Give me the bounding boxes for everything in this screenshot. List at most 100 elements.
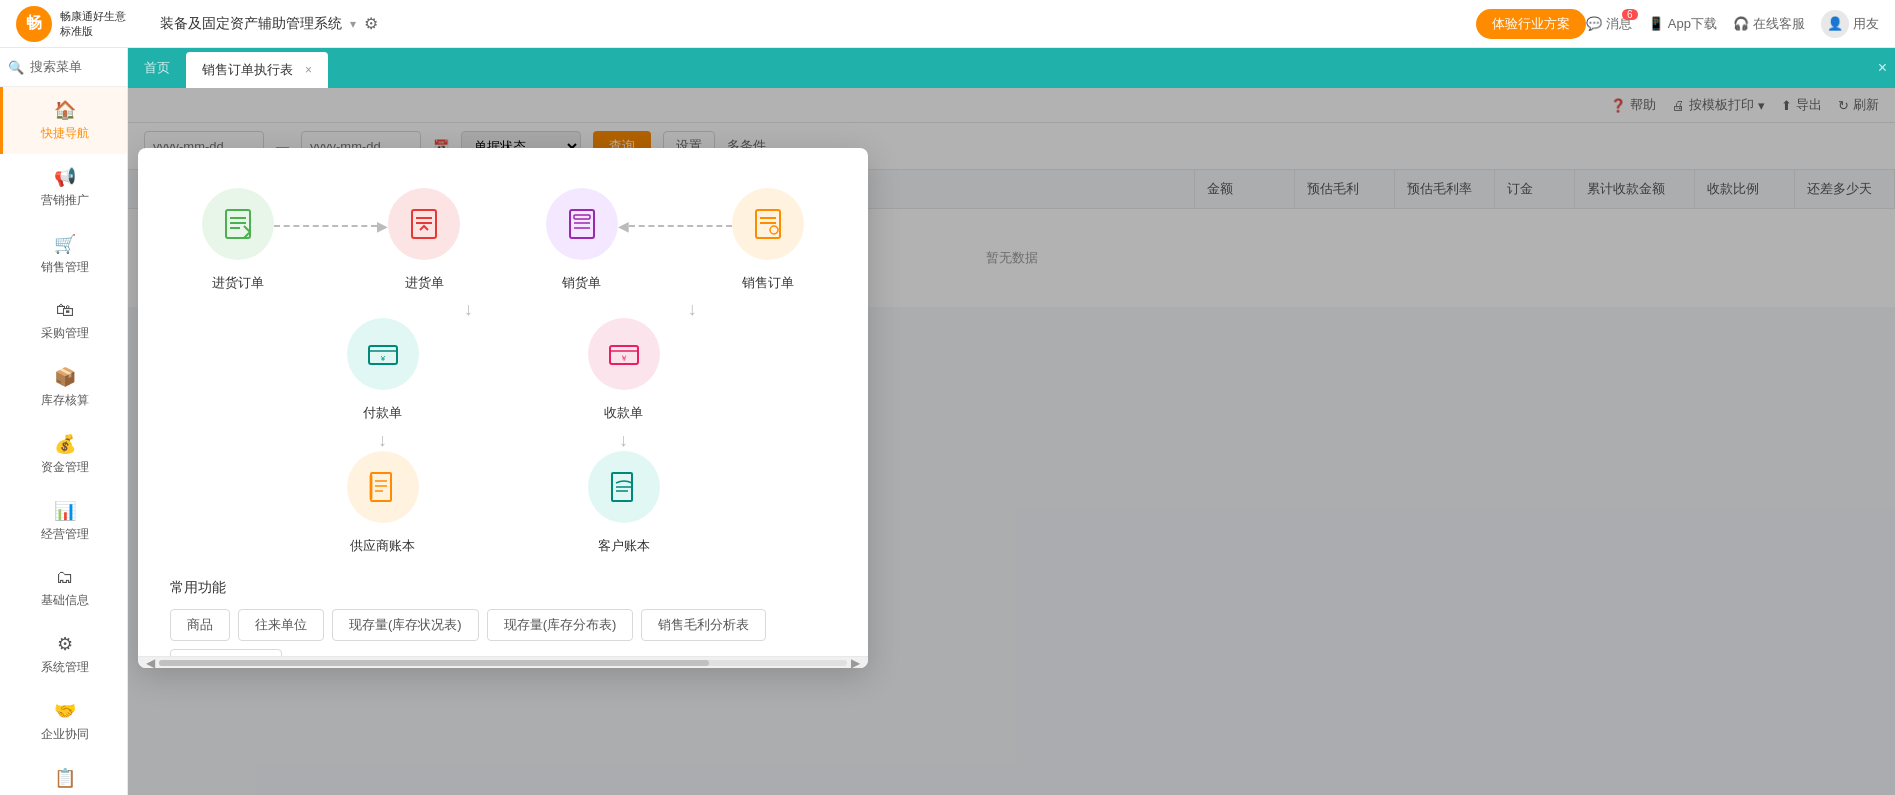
sidebar-item-purchase[interactable]: 🛍 采购管理 bbox=[0, 288, 127, 354]
workflow-container: 进货订单 ▶ bbox=[170, 172, 836, 555]
func-btn-stock-dist[interactable]: 现存量(库存分布表) bbox=[487, 609, 634, 641]
func-buttons-row1: 商品 往来单位 现存量(库存状况表) 现存量(库存分布表) 销售毛利分析表 商品… bbox=[170, 609, 836, 656]
scroll-left-icon[interactable]: ◀ bbox=[142, 656, 159, 669]
download-icon: 📱 bbox=[1648, 16, 1664, 31]
sales-bill-item[interactable]: 销货单 bbox=[546, 188, 618, 292]
svg-text:¥: ¥ bbox=[379, 354, 385, 363]
sales-order-icon bbox=[750, 206, 786, 242]
payment-bill-item[interactable]: ¥ 付款单 bbox=[347, 318, 419, 422]
func-btn-goods[interactable]: 商品 bbox=[170, 609, 230, 641]
sales-order-circle bbox=[732, 188, 804, 260]
basic-icon: 🗂 bbox=[56, 567, 74, 588]
tab-home[interactable]: 首页 bbox=[128, 48, 186, 88]
scrollbar-thumb[interactable] bbox=[159, 660, 709, 666]
sidebar-item-newbie[interactable]: 📋 新手引导 bbox=[0, 755, 127, 795]
search-icon: 🔍 bbox=[8, 60, 24, 75]
sidebar-item-sales[interactable]: 🛒 销售管理 bbox=[0, 221, 127, 288]
app-container: 畅 畅康通好生意 标准版 装备及固定资产辅助管理系统 ▾ ⚙ 体验行业方案 💬 … bbox=[0, 0, 1895, 795]
supplier-ledger-item[interactable]: 供应商账本 bbox=[347, 451, 419, 555]
scrollbar-track[interactable] bbox=[159, 660, 847, 666]
sidebar-item-marketing[interactable]: 📢 营销推广 bbox=[0, 154, 127, 221]
close-all-tabs[interactable]: × bbox=[1878, 59, 1887, 77]
common-functions: 常用功能 商品 往来单位 现存量(库存状况表) 现存量(库存分布表) 销售毛利分… bbox=[170, 571, 836, 656]
newbie-icon: 📋 bbox=[54, 767, 76, 789]
content-area: 首页 销售订单执行表 × × ❓ 帮助 bbox=[128, 48, 1895, 795]
scroll-right-icon[interactable]: ▶ bbox=[847, 656, 864, 669]
customer-ledger-icon bbox=[606, 469, 642, 505]
modal-body: 进货订单 ▶ bbox=[138, 148, 868, 656]
payment-bill-circle: ¥ bbox=[347, 318, 419, 390]
workflow-arrows-down: ↓ ↓ bbox=[202, 300, 804, 318]
app-download-button[interactable]: 📱 App下载 bbox=[1648, 15, 1717, 33]
sidebar-item-inventory[interactable]: 📦 库存核算 bbox=[0, 354, 127, 421]
svg-rect-7 bbox=[570, 210, 594, 238]
tab-sales-order-execution[interactable]: 销售订单执行表 × bbox=[186, 52, 328, 88]
workflow-row1: 进货订单 ▶ bbox=[202, 188, 804, 292]
modal-scrollbar[interactable]: ◀ ▶ bbox=[138, 656, 868, 668]
sidebar-item-operations[interactable]: 📊 经营管理 bbox=[0, 488, 127, 555]
service-icon: 🎧 bbox=[1733, 16, 1749, 31]
operations-icon: 📊 bbox=[54, 500, 76, 522]
common-title: 常用功能 bbox=[170, 579, 836, 597]
message-badge: 6 bbox=[1622, 9, 1638, 20]
dropdown-icon[interactable]: ▾ bbox=[350, 17, 356, 31]
sidebar-item-basic[interactable]: 🗂 基础信息 bbox=[0, 555, 127, 621]
receipt-bill-item[interactable]: ￥ 收款单 bbox=[588, 318, 660, 422]
tab-close-icon[interactable]: × bbox=[305, 63, 312, 77]
main-area: 🔍 搜索菜单 🏠 快捷导航 📢 营销推广 🛒 销售管理 🛍 采购管理 📦 bbox=[0, 48, 1895, 795]
sales-order-item[interactable]: 销售订单 bbox=[732, 188, 804, 292]
svg-point-14 bbox=[770, 226, 778, 234]
svg-text:￥: ￥ bbox=[620, 354, 628, 363]
logo-area: 畅 畅康通好生意 标准版 bbox=[16, 6, 144, 42]
logo-icon: 畅 bbox=[16, 6, 52, 42]
message-icon: 💬 bbox=[1586, 16, 1602, 31]
purchase-order-icon bbox=[220, 206, 256, 242]
message-button[interactable]: 💬 消息 6 bbox=[1586, 15, 1632, 33]
purchase-bill-circle bbox=[388, 188, 460, 260]
sidebar: 🔍 搜索菜单 🏠 快捷导航 📢 营销推广 🛒 销售管理 🛍 采购管理 📦 bbox=[0, 48, 128, 795]
down-arrow-sb: ↓ bbox=[656, 300, 728, 318]
arrow-so-to-sb: ◀ bbox=[618, 218, 732, 234]
top-bar: 畅 畅康通好生意 标准版 装备及固定资产辅助管理系统 ▾ ⚙ 体验行业方案 💬 … bbox=[0, 0, 1895, 48]
svg-rect-22 bbox=[369, 475, 373, 499]
online-service-button[interactable]: 🎧 在线客服 bbox=[1733, 15, 1805, 33]
receipt-bill-circle: ￥ bbox=[588, 318, 660, 390]
sales-bill-icon bbox=[564, 206, 600, 242]
inventory-icon: 📦 bbox=[54, 366, 76, 388]
down-arrow-pay: ↓ bbox=[347, 430, 419, 451]
workflow-row3: ¥ 付款单 bbox=[202, 318, 804, 422]
func-btn-goods-profit[interactable]: 商品毛利分析 bbox=[170, 649, 282, 656]
system-name: 装备及固定资产辅助管理系统 bbox=[160, 15, 342, 33]
user-menu[interactable]: 👤 用友 bbox=[1821, 10, 1879, 38]
down-arrow-pb: ↓ bbox=[432, 300, 504, 318]
trial-button[interactable]: 体验行业方案 bbox=[1476, 9, 1586, 39]
payment-bill-icon: ¥ bbox=[365, 336, 401, 372]
func-btn-partners[interactable]: 往来单位 bbox=[238, 609, 324, 641]
arrow-po-to-pb: ▶ bbox=[274, 218, 388, 234]
tabs-bar: 首页 销售订单执行表 × × bbox=[128, 48, 1895, 88]
supplier-ledger-circle bbox=[347, 451, 419, 523]
finance-icon: 💰 bbox=[54, 433, 76, 455]
sidebar-item-collab[interactable]: 🤝 企业协同 bbox=[0, 688, 127, 755]
settings-icon[interactable]: ⚙ bbox=[364, 14, 378, 33]
sidebar-item-system[interactable]: ⚙ 系统管理 bbox=[0, 621, 127, 688]
marketing-icon: 📢 bbox=[54, 166, 76, 188]
purchase-icon: 🛍 bbox=[56, 300, 74, 321]
purchase-order-item[interactable]: 进货订单 bbox=[202, 188, 274, 292]
modal-overlay[interactable]: 进货订单 ▶ bbox=[128, 88, 1895, 795]
customer-ledger-item[interactable]: 客户账本 bbox=[588, 451, 660, 555]
workflow-arrows-down2: ↓ ↓ bbox=[202, 430, 804, 451]
sidebar-item-finance[interactable]: 💰 资金管理 bbox=[0, 421, 127, 488]
logo-text: 畅康通好生意 标准版 bbox=[60, 9, 126, 38]
system-icon: ⚙ bbox=[57, 633, 73, 655]
search-menu[interactable]: 🔍 搜索菜单 bbox=[0, 48, 127, 87]
top-right-area: 💬 消息 6 📱 App下载 🎧 在线客服 👤 用友 bbox=[1586, 10, 1879, 38]
purchase-order-circle bbox=[202, 188, 274, 260]
quick-nav-icon: 🏠 bbox=[54, 99, 76, 121]
workflow-modal: 进货订单 ▶ bbox=[138, 148, 868, 668]
func-btn-stock-status[interactable]: 现存量(库存状况表) bbox=[332, 609, 479, 641]
func-btn-sales-profit[interactable]: 销售毛利分析表 bbox=[641, 609, 766, 641]
sidebar-item-quick-nav[interactable]: 🏠 快捷导航 bbox=[0, 87, 127, 154]
purchase-bill-item[interactable]: 进货单 bbox=[388, 188, 460, 292]
avatar: 👤 bbox=[1821, 10, 1849, 38]
